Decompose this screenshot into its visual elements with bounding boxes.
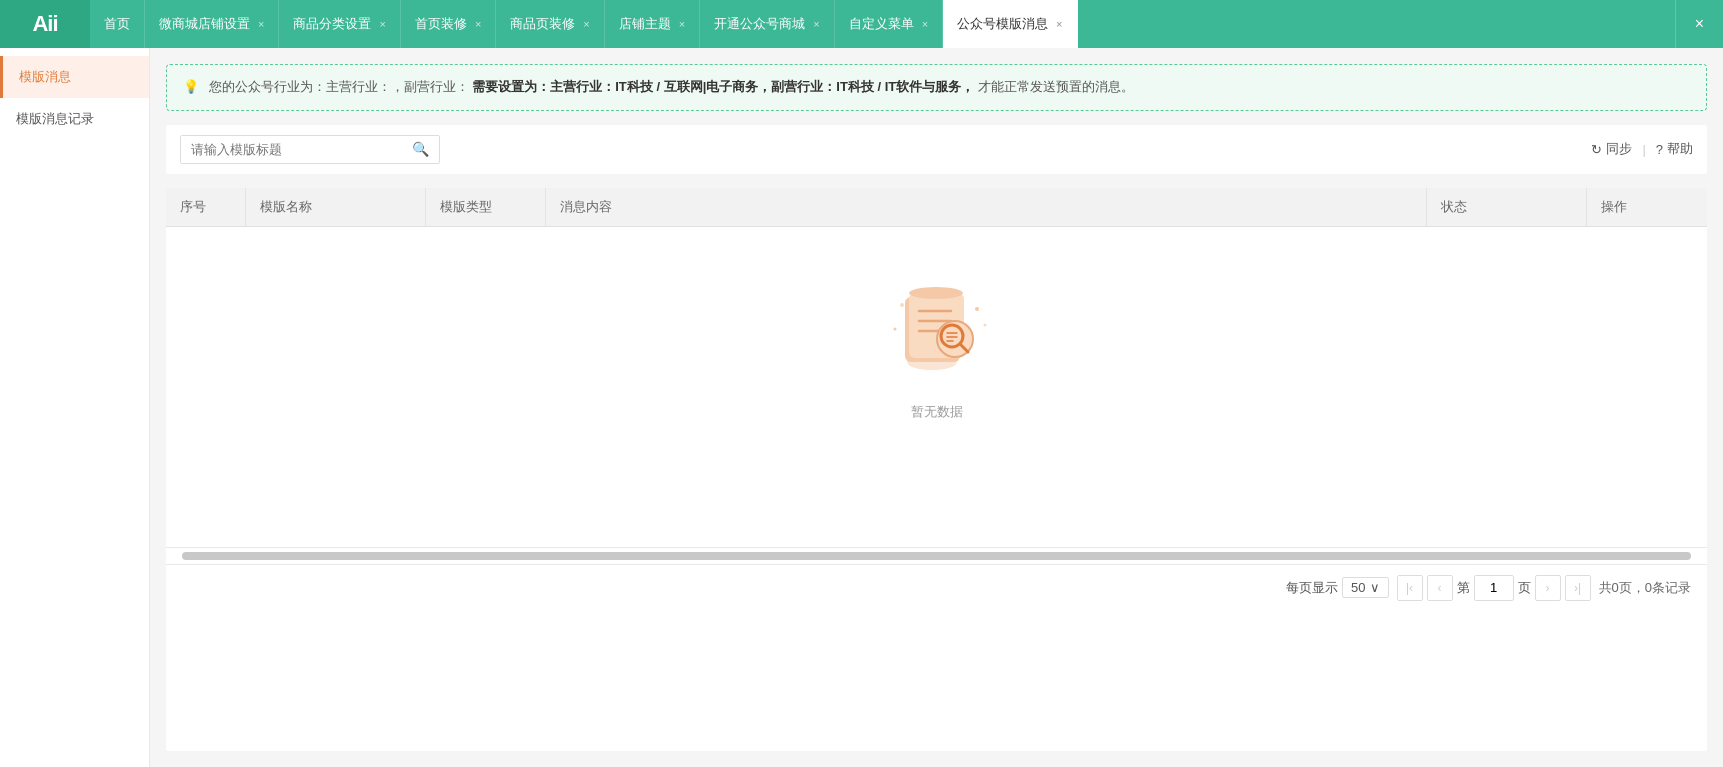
empty-illustration	[877, 267, 997, 387]
col-header-type: 模版类型	[426, 188, 546, 226]
tab-close-icon[interactable]: ×	[922, 18, 928, 30]
global-close-button[interactable]: ×	[1675, 0, 1723, 48]
help-icon: ?	[1656, 142, 1663, 157]
first-page-icon: |‹	[1406, 581, 1413, 595]
bulb-icon: 💡	[183, 79, 199, 94]
refresh-icon: ↻	[1591, 142, 1602, 157]
tab-close-icon[interactable]: ×	[583, 18, 589, 30]
last-page-icon: ›|	[1574, 581, 1581, 595]
prev-page-button[interactable]: ‹	[1427, 575, 1453, 601]
notice-highlight: 需要设置为：主营行业：IT科技 / 互联网|电子商务，副营行业：IT科技 / I…	[472, 79, 974, 94]
tab-close-icon[interactable]: ×	[679, 18, 685, 30]
prev-page-icon: ‹	[1438, 581, 1442, 595]
svg-point-13	[900, 303, 904, 307]
nav-tab[interactable]: 商品分类设置×	[279, 0, 400, 48]
search-actions: ↻ 同步 | ? 帮助	[1591, 140, 1693, 158]
col-header-action: 操作	[1587, 188, 1707, 226]
help-button[interactable]: ? 帮助	[1656, 140, 1693, 158]
next-page-icon: ›	[1546, 581, 1550, 595]
table-body: 暂无数据	[166, 227, 1707, 547]
nav-tab[interactable]: 自定义菜单×	[835, 0, 943, 48]
search-input[interactable]	[181, 136, 402, 163]
page-input-wrap: 第 页	[1457, 575, 1531, 601]
first-page-button[interactable]: |‹	[1397, 575, 1423, 601]
top-nav: Aii 首页微商城店铺设置×商品分类设置×首页装修×商品页装修×店铺主题×开通公…	[0, 0, 1723, 48]
table-header: 序号 模版名称 模版类型 消息内容 状态 操作	[166, 188, 1707, 227]
svg-point-3	[909, 287, 963, 299]
nav-tab[interactable]: 首页装修×	[401, 0, 496, 48]
pagination: 每页显示 50 ∨ |‹ ‹ 第 页	[166, 564, 1707, 611]
tab-close-icon[interactable]: ×	[258, 18, 264, 30]
nav-tab[interactable]: 店铺主题×	[605, 0, 700, 48]
tab-close-icon[interactable]: ×	[475, 18, 481, 30]
nav-tabs: 首页微商城店铺设置×商品分类设置×首页装修×商品页装修×店铺主题×开通公众号商城…	[90, 0, 1675, 48]
nav-tab[interactable]: 首页	[90, 0, 145, 48]
goto-prefix: 第	[1457, 579, 1470, 597]
tab-close-icon[interactable]: ×	[813, 18, 819, 30]
col-header-name: 模版名称	[246, 188, 426, 226]
col-header-status: 状态	[1427, 188, 1587, 226]
chevron-down-icon: ∨	[1370, 580, 1380, 595]
search-input-wrap: 🔍	[180, 135, 440, 164]
svg-point-16	[983, 323, 986, 326]
nav-tab[interactable]: 公众号模版消息×	[943, 0, 1077, 48]
data-table: 序号 模版名称 模版类型 消息内容 状态 操作	[166, 188, 1707, 751]
scrollbar-track	[166, 547, 1707, 564]
content-area: 💡 您的公众号行业为：主营行业：，副营行业： 需要设置为：主营行业：IT科技 /…	[150, 48, 1723, 767]
page-nav: |‹ ‹ 第 页 › ›|	[1397, 575, 1591, 601]
nav-tab[interactable]: 商品页装修×	[496, 0, 604, 48]
logo: Aii	[0, 0, 90, 48]
sidebar: 模版消息模版消息记录	[0, 48, 150, 767]
last-page-button[interactable]: ›|	[1565, 575, 1591, 601]
page-number-input[interactable]	[1474, 575, 1514, 601]
nav-tab[interactable]: 微商城店铺设置×	[145, 0, 279, 48]
col-header-index: 序号	[166, 188, 246, 226]
col-header-content: 消息内容	[546, 188, 1427, 226]
svg-point-14	[975, 307, 979, 311]
tab-close-icon[interactable]: ×	[1056, 18, 1062, 30]
notice-banner: 💡 您的公众号行业为：主营行业：，副营行业： 需要设置为：主营行业：IT科技 /…	[166, 64, 1707, 111]
search-icon[interactable]: 🔍	[402, 141, 439, 157]
sidebar-item[interactable]: 模版消息	[0, 56, 149, 98]
page-size-dropdown[interactable]: 50 ∨	[1342, 577, 1388, 598]
page-size-value: 50	[1351, 580, 1365, 595]
svg-point-15	[893, 327, 896, 330]
scrollbar-bar[interactable]	[182, 552, 1691, 560]
divider: |	[1642, 142, 1645, 157]
page-total: 共0页，0条记录	[1599, 579, 1691, 597]
notice-suffix: 才能正常发送预置的消息。	[978, 79, 1134, 94]
empty-text: 暂无数据	[911, 403, 963, 421]
main-layout: 模版消息模版消息记录 💡 您的公众号行业为：主营行业：，副营行业： 需要设置为：…	[0, 48, 1723, 767]
sync-button[interactable]: ↻ 同步	[1591, 140, 1632, 158]
search-row: 🔍 ↻ 同步 | ? 帮助	[166, 125, 1707, 174]
notice-prefix: 您的公众号行业为：主营行业：，副营行业：	[209, 79, 469, 94]
next-page-button[interactable]: ›	[1535, 575, 1561, 601]
sidebar-item[interactable]: 模版消息记录	[0, 98, 149, 140]
page-unit: 页	[1518, 579, 1531, 597]
tab-close-icon[interactable]: ×	[379, 18, 385, 30]
page-size-select: 每页显示 50 ∨	[1286, 577, 1388, 598]
nav-tab[interactable]: 开通公众号商城×	[700, 0, 834, 48]
page-size-label: 每页显示	[1286, 579, 1338, 597]
